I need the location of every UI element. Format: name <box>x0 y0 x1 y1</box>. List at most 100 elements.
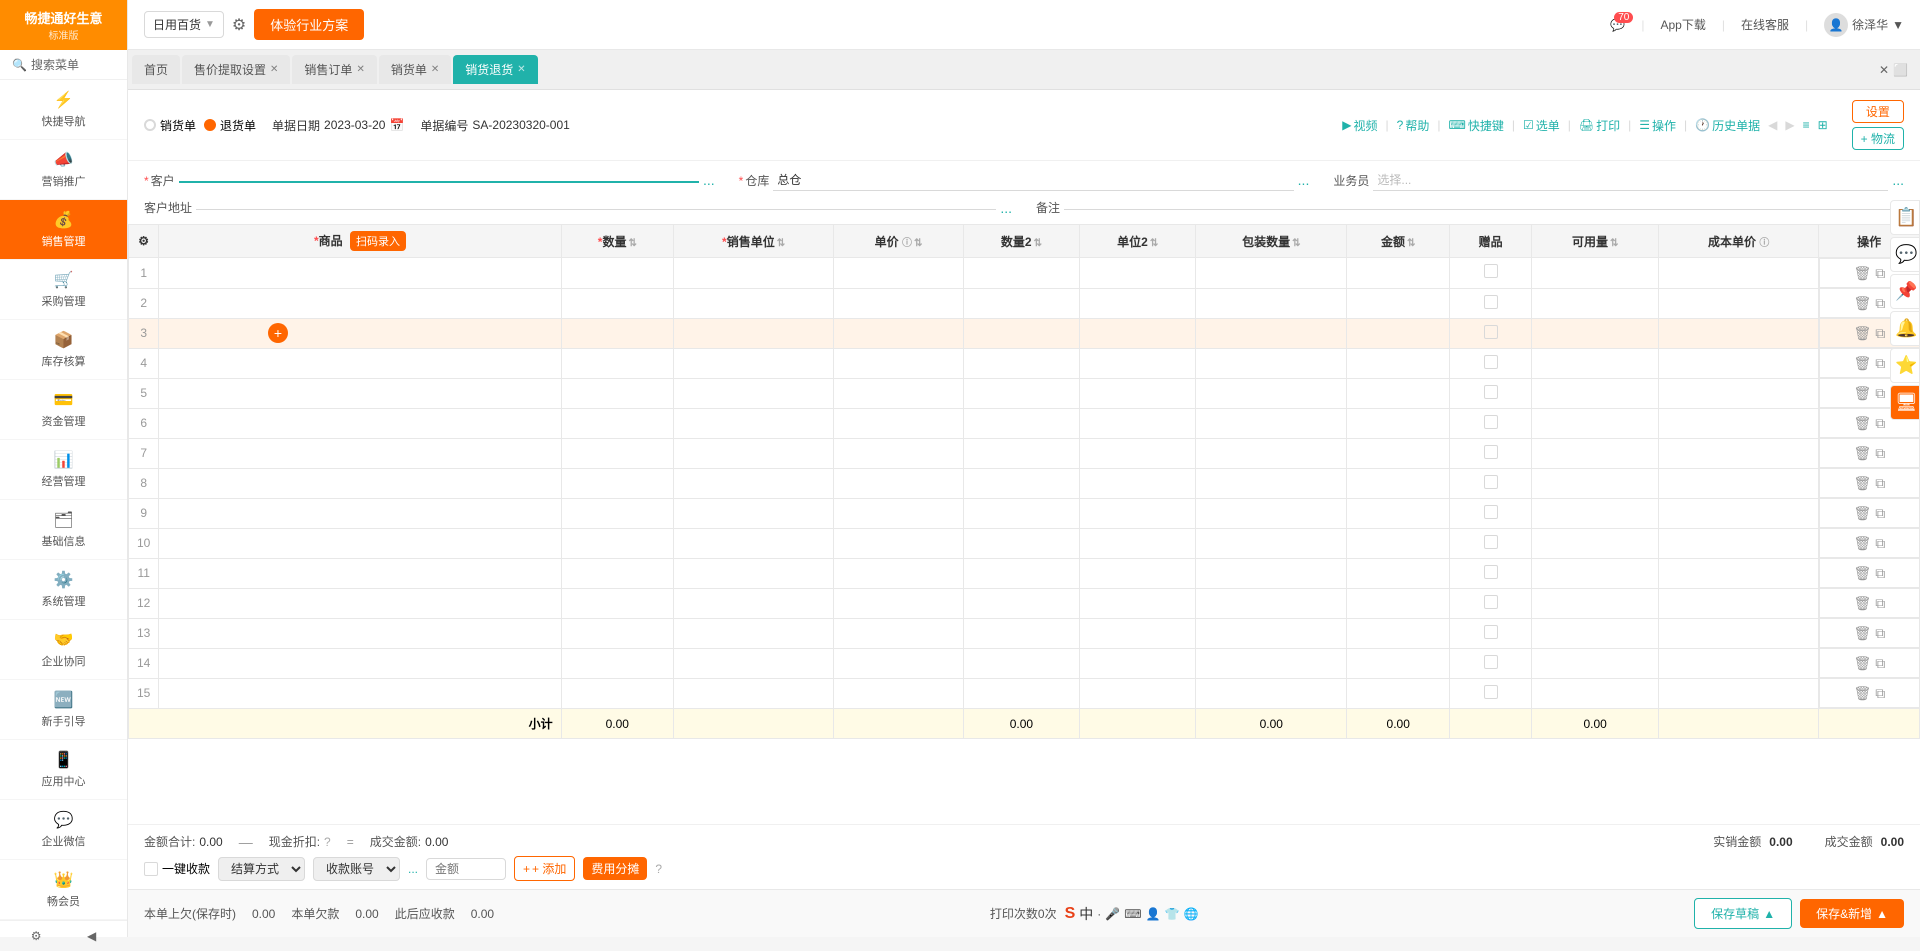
unit2-cell[interactable] <box>1080 528 1196 558</box>
goods-cell[interactable] <box>159 618 561 648</box>
gift-cell[interactable] <box>1450 468 1532 498</box>
qty-cell[interactable] <box>561 288 673 318</box>
cost-price-cell[interactable] <box>1659 528 1819 558</box>
help-action[interactable]: ? 帮助 <box>1397 117 1430 134</box>
qty2-cell[interactable] <box>963 588 1079 618</box>
available-cell[interactable] <box>1532 528 1659 558</box>
amount-cell[interactable] <box>1347 378 1450 408</box>
gift-checkbox[interactable] <box>1484 565 1498 579</box>
amount-cell[interactable] <box>1347 258 1450 289</box>
delete-icon[interactable]: 🗑 <box>1853 475 1871 492</box>
gift-cell[interactable] <box>1450 438 1532 468</box>
delete-icon[interactable]: 🗑 <box>1853 445 1871 462</box>
cost-price-cell[interactable] <box>1659 258 1819 289</box>
operate-action[interactable]: ☰ 操作 <box>1639 117 1676 134</box>
unit-cell[interactable] <box>673 528 833 558</box>
tab-price-settings[interactable]: 售价提取设置 ✕ <box>182 55 290 84</box>
save-draft-btn[interactable]: 保存草稿 ▲ <box>1694 898 1792 929</box>
qty2-cell[interactable] <box>963 438 1079 468</box>
gift-checkbox[interactable] <box>1484 355 1498 369</box>
right-tool-3[interactable]: 📌 <box>1890 274 1920 309</box>
goods-cell[interactable] <box>159 528 561 558</box>
qty2-cell[interactable] <box>963 618 1079 648</box>
qty-cell[interactable] <box>561 648 673 678</box>
gift-checkbox[interactable] <box>1484 685 1498 699</box>
qty2-cell[interactable] <box>963 678 1079 709</box>
pack-cell[interactable] <box>1196 618 1347 648</box>
note-input[interactable] <box>1064 205 1904 210</box>
add-row-btn[interactable]: + <box>268 323 288 343</box>
qty-cell[interactable] <box>561 618 673 648</box>
qty-cell[interactable] <box>561 528 673 558</box>
amount-cell[interactable] <box>1347 348 1450 378</box>
cost-price-cell[interactable] <box>1659 318 1819 348</box>
account-ellipsis[interactable]: ... <box>408 862 418 876</box>
tab-sales-return-close[interactable]: ✕ <box>517 64 525 75</box>
pack-cell[interactable] <box>1196 378 1347 408</box>
available-cell[interactable] <box>1532 318 1659 348</box>
pack-cell[interactable] <box>1196 408 1347 438</box>
gift-cell[interactable] <box>1450 558 1532 588</box>
tab-sales-goods-close[interactable]: ✕ <box>431 64 439 75</box>
qty-cell[interactable] <box>561 408 673 438</box>
add-fee-btn[interactable]: + + 添加 <box>514 856 575 881</box>
qty2-cell[interactable] <box>963 648 1079 678</box>
sidebar-item-sales[interactable]: 💰 销售管理 <box>0 200 127 260</box>
delete-icon[interactable]: 🗑 <box>1853 415 1871 432</box>
delete-icon[interactable]: 🗑 <box>1853 265 1871 282</box>
qty-cell[interactable] <box>561 348 673 378</box>
sidebar-item-shortcut[interactable]: ⚡ 快捷导航 <box>0 80 127 140</box>
available-cell[interactable] <box>1532 498 1659 528</box>
list-view-icon[interactable]: ⊞ <box>1818 118 1828 132</box>
goods-cell[interactable] <box>159 588 561 618</box>
add-logistics-btn[interactable]: + 物流 <box>1852 127 1904 150</box>
unit2-cell[interactable] <box>1080 288 1196 318</box>
amount-cell[interactable] <box>1347 618 1450 648</box>
qty2-cell[interactable] <box>963 258 1079 289</box>
one-click-payment[interactable]: 一键收款 <box>144 860 210 877</box>
gift-checkbox[interactable] <box>1484 505 1498 519</box>
qty2-cell[interactable] <box>963 378 1079 408</box>
gift-cell[interactable] <box>1450 258 1532 289</box>
amount-cell[interactable] <box>1347 678 1450 709</box>
pack-cell[interactable] <box>1196 498 1347 528</box>
delete-icon[interactable]: 🗑 <box>1853 355 1871 372</box>
address-select-btn[interactable]: ... <box>1000 200 1012 216</box>
category-select[interactable]: 日用百货 ▼ <box>144 11 224 38</box>
cost-price-cell[interactable] <box>1659 618 1819 648</box>
gift-checkbox[interactable] <box>1484 535 1498 549</box>
available-cell[interactable] <box>1532 378 1659 408</box>
delete-icon[interactable]: 🗑 <box>1853 535 1871 552</box>
history-action[interactable]: 🕐 历史单据 <box>1695 117 1760 134</box>
unit2-cell[interactable] <box>1080 258 1196 289</box>
unit2-cell[interactable] <box>1080 468 1196 498</box>
delete-icon[interactable]: 🗑 <box>1853 325 1871 342</box>
goods-cell[interactable] <box>159 288 561 318</box>
cost-price-cell[interactable] <box>1659 288 1819 318</box>
qty-cell[interactable] <box>561 468 673 498</box>
qty-cell[interactable] <box>561 378 673 408</box>
gift-cell[interactable] <box>1450 378 1532 408</box>
amount-cell[interactable] <box>1347 648 1450 678</box>
right-tool-4[interactable]: 🔔 <box>1890 311 1920 346</box>
copy-icon[interactable]: ⧉ <box>1875 655 1885 672</box>
qty-cell[interactable] <box>561 678 673 709</box>
copy-icon[interactable]: ⧉ <box>1875 475 1885 492</box>
qty2-cell[interactable] <box>963 288 1079 318</box>
gift-cell[interactable] <box>1450 348 1532 378</box>
select-action[interactable]: ☑ 选单 <box>1523 117 1560 134</box>
goods-cell[interactable] <box>159 648 561 678</box>
unit-cell[interactable] <box>673 468 833 498</box>
pack-cell[interactable] <box>1196 558 1347 588</box>
cost-price-cell[interactable] <box>1659 468 1819 498</box>
customer-input[interactable] <box>179 177 699 183</box>
amount-cell[interactable] <box>1347 438 1450 468</box>
goods-cell[interactable] <box>159 438 561 468</box>
copy-icon[interactable]: ⧉ <box>1875 625 1885 642</box>
amount-input[interactable] <box>426 858 506 880</box>
copy-icon[interactable]: ⧉ <box>1875 595 1885 612</box>
price-cell[interactable] <box>834 318 964 348</box>
sidebar-item-marketing[interactable]: 📣 营销推广 <box>0 140 127 200</box>
save-new-btn[interactable]: 保存&新增 ▲ <box>1800 899 1904 928</box>
goods-input[interactable] <box>393 326 553 340</box>
